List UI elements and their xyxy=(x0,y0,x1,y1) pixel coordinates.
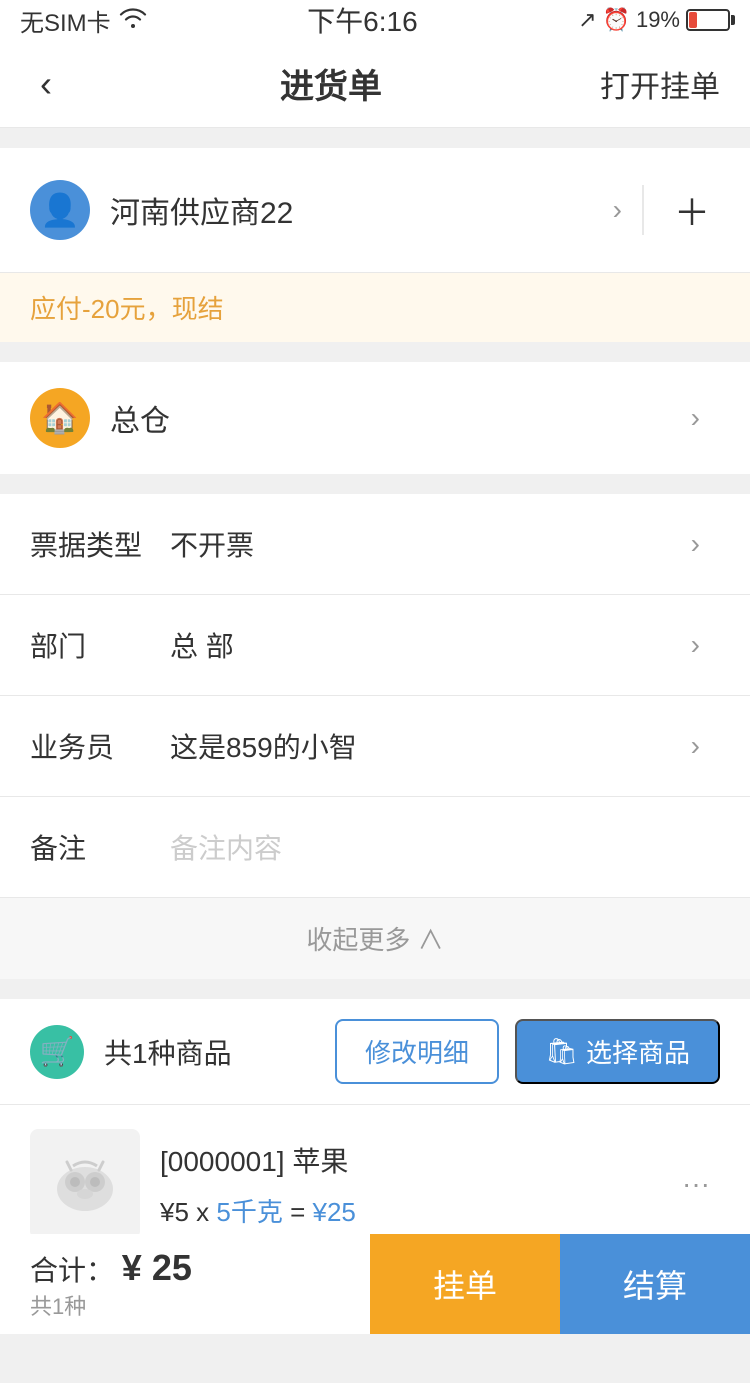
collapse-label: 收起更多 ∧ xyxy=(306,925,443,955)
section-gap-2 xyxy=(0,342,750,362)
status-carrier: 无SIM卡 xyxy=(20,3,147,38)
supplier-card: 👤 河南供应商22 › ＋ 应付-20元，现结 xyxy=(0,148,750,342)
total-amount: ¥ 25 xyxy=(122,1247,192,1288)
dept-row[interactable]: 部门 总 部 › xyxy=(0,595,750,696)
nav-bar: ‹ 进货单 打开挂单 xyxy=(0,40,750,128)
section-gap-1 xyxy=(0,128,750,148)
remark-row[interactable]: 备注 备注内容 xyxy=(0,797,750,897)
form-section: 票据类型 不开票 › 部门 总 部 › 业务员 这是859的小智 › 备注 备注… xyxy=(0,494,750,897)
total-label: 合计： xyxy=(30,1255,114,1286)
warehouse-name: 总仓 xyxy=(110,396,691,440)
status-indicators: ↗ ⏰ 19% xyxy=(578,7,730,33)
edit-details-button[interactable]: 修改明细 xyxy=(335,1019,499,1084)
back-button[interactable]: ‹ xyxy=(30,53,62,115)
total-section: 合计： ¥ 25 共1种 xyxy=(0,1234,370,1334)
avatar: 👤 xyxy=(30,180,90,240)
product-info: [0000001] 苹果 ¥5 x 5千克 = ¥25 xyxy=(160,1140,672,1229)
status-time: 下午6:16 xyxy=(307,0,418,40)
invoice-row[interactable]: 票据类型 不开票 › xyxy=(0,494,750,595)
chevron-right-icon: › xyxy=(691,730,700,762)
total-count: 共1种 xyxy=(30,1289,340,1321)
dept-label: 部门 xyxy=(30,625,160,665)
select-product-button[interactable]: 🛍 选择商品 xyxy=(515,1019,720,1084)
products-count: 共1种商品 xyxy=(104,1032,335,1072)
invoice-label: 票据类型 xyxy=(30,524,160,564)
warehouse-row[interactable]: 🏠 总仓 › xyxy=(0,362,750,474)
products-icon-wrap: 🛒 xyxy=(30,1025,84,1079)
collapse-bar[interactable]: 收起更多 ∧ xyxy=(0,897,750,979)
divider xyxy=(642,185,644,235)
select-icon: 🛍 xyxy=(545,1036,578,1067)
battery-percent: 19% xyxy=(636,7,680,33)
checkout-button[interactable]: 结算 xyxy=(560,1234,750,1334)
dept-value: 总 部 xyxy=(160,625,691,665)
wifi-icon xyxy=(119,6,147,35)
warehouse-card: 🏠 总仓 › xyxy=(0,362,750,474)
page-title: 进货单 xyxy=(280,59,382,108)
invoice-value: 不开票 xyxy=(160,524,691,564)
chevron-right-icon: › xyxy=(691,629,700,661)
notice-bar: 应付-20元，现结 xyxy=(0,273,750,342)
section-gap-3 xyxy=(0,474,750,494)
warehouse-icon: 🏠 xyxy=(41,401,78,436)
chevron-right-icon: › xyxy=(691,528,700,560)
more-options-button[interactable]: ··· xyxy=(672,1158,720,1210)
remark-input[interactable]: 备注内容 xyxy=(160,827,720,867)
battery-icon xyxy=(686,9,730,31)
sales-value: 这是859的小智 xyxy=(160,726,691,766)
chevron-right-icon: › xyxy=(613,194,622,226)
supplier-row[interactable]: 👤 河南供应商22 › ＋ xyxy=(0,148,750,273)
product-thumbnail xyxy=(30,1129,140,1239)
notice-text: 应付-20元，现结 xyxy=(30,294,224,324)
chevron-right-icon: › xyxy=(691,402,700,434)
remark-label: 备注 xyxy=(30,827,160,867)
bottom-bar: 合计： ¥ 25 共1种 挂单 结算 xyxy=(0,1234,750,1334)
alarm-icon: ⏰ xyxy=(603,7,630,33)
sales-row[interactable]: 业务员 这是859的小智 › xyxy=(0,696,750,797)
status-bar: 无SIM卡 下午6:16 ↗ ⏰ 19% xyxy=(0,0,750,40)
location-icon: ↗ xyxy=(578,7,596,33)
sales-label: 业务员 xyxy=(30,726,160,766)
supplier-name: 河南供应商22 xyxy=(110,188,613,232)
products-header: 🛒 共1种商品 修改明细 🛍 选择商品 xyxy=(0,999,750,1104)
add-button[interactable]: ＋ xyxy=(664,174,720,246)
person-icon: 👤 xyxy=(40,191,80,229)
product-name: [0000001] 苹果 xyxy=(160,1140,672,1180)
product-price: ¥5 x 5千克 = ¥25 xyxy=(160,1192,672,1229)
open-hold-button[interactable]: 打开挂单 xyxy=(600,62,720,106)
hold-button[interactable]: 挂单 xyxy=(370,1234,560,1334)
cart-icon: 🛒 xyxy=(40,1035,75,1068)
warehouse-icon-wrap: 🏠 xyxy=(30,388,90,448)
